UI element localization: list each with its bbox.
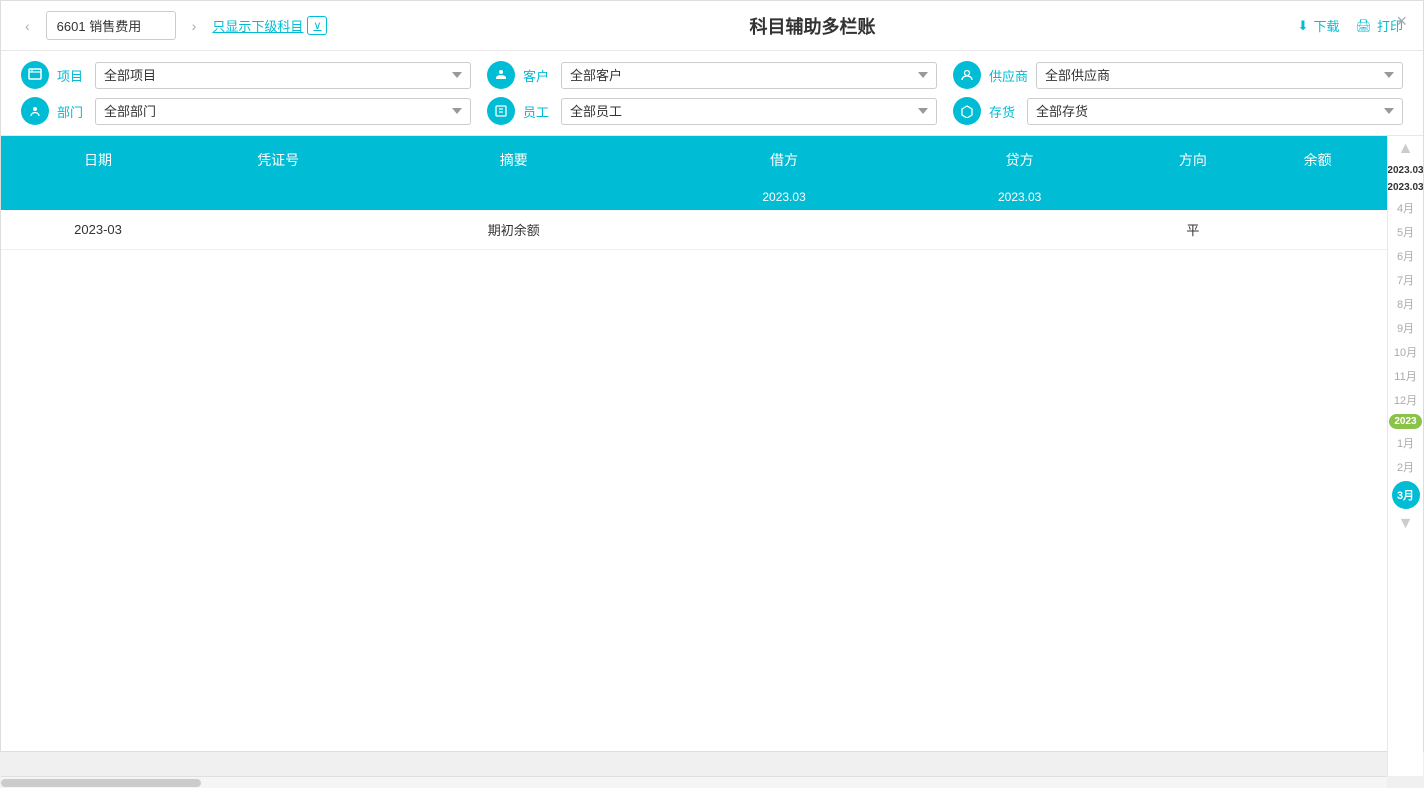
department-icon bbox=[21, 97, 49, 125]
project-icon bbox=[21, 61, 49, 89]
department-label: 部门 bbox=[57, 102, 87, 121]
account-code-display: 6601 销售费用 bbox=[46, 11, 176, 40]
download-label: 下载 bbox=[1313, 16, 1339, 35]
sidebar-item-12[interactable]: 1月 bbox=[1387, 431, 1423, 455]
project-label: 项目 bbox=[57, 66, 87, 85]
sidebar-items-container: 2023.032023.034月5月6月7月8月9月10月11月12月20231… bbox=[1387, 162, 1423, 511]
table-row: 2023-03 期初余额 平 bbox=[1, 210, 1387, 250]
main-content: 日期 凭证号 摘要 借方 贷方 方向 余额 2023.03 2023.03 bbox=[1, 136, 1423, 776]
sidebar-item-0[interactable]: 2023.03 bbox=[1387, 162, 1423, 179]
table-subheader-row: 2023.03 2023.03 bbox=[1, 184, 1387, 210]
sidebar-item-3[interactable]: 5月 bbox=[1387, 220, 1423, 244]
table-body: 2023-03 期初余额 平 bbox=[1, 210, 1387, 250]
left-panel: 日期 凭证号 摘要 借方 贷方 方向 余额 2023.03 2023.03 bbox=[1, 136, 1387, 776]
top-bar: ‹ 6601 销售费用 › 只显示下级科目 ∨ 科目辅助多栏账 ⬇ 下载 🖨 打… bbox=[1, 1, 1423, 51]
cell-summary: 期初余额 bbox=[361, 210, 666, 250]
show-sub-label: 只显示下级科目 bbox=[212, 16, 303, 35]
col-subheader-empty4 bbox=[1137, 184, 1248, 210]
filter-area: 项目 全部项目 客户 全部客户 供应商 全部供应商 部门 全部部门 bbox=[1, 51, 1423, 136]
inventory-label: 存货 bbox=[989, 102, 1019, 121]
nav-next-button[interactable]: › bbox=[188, 16, 201, 36]
cell-balance bbox=[1248, 210, 1387, 250]
col-header-voucher: 凭证号 bbox=[195, 136, 361, 184]
inventory-select[interactable]: 全部存货 bbox=[1027, 98, 1403, 125]
department-filter: 部门 全部部门 bbox=[21, 97, 471, 125]
employee-icon bbox=[487, 97, 515, 125]
col-subheader-date2: 2023.03 bbox=[902, 184, 1138, 210]
cell-date: 2023-03 bbox=[1, 210, 195, 250]
sidebar-item-2[interactable]: 4月 bbox=[1387, 196, 1423, 220]
customer-label: 客户 bbox=[523, 66, 553, 85]
employee-filter: 员工 全部员工 bbox=[487, 97, 937, 125]
print-icon: 🖨 bbox=[1355, 18, 1372, 34]
project-filter: 项目 全部项目 bbox=[21, 61, 471, 89]
col-subheader-empty2 bbox=[195, 184, 361, 210]
sidebar-item-1[interactable]: 2023.03 bbox=[1387, 179, 1423, 196]
top-actions: ⬇ 下载 🖨 打印 bbox=[1298, 16, 1403, 35]
sidebar-item-10[interactable]: 12月 bbox=[1387, 388, 1423, 412]
customer-select[interactable]: 全部客户 bbox=[561, 62, 937, 89]
ledger-table: 日期 凭证号 摘要 借方 贷方 方向 余额 2023.03 2023.03 bbox=[1, 136, 1387, 250]
col-header-summary: 摘要 bbox=[361, 136, 666, 184]
horizontal-scrollbar[interactable] bbox=[1, 776, 1387, 788]
inventory-filter: 存货 全部存货 bbox=[953, 97, 1403, 125]
inventory-icon bbox=[953, 97, 981, 125]
cell-debit bbox=[666, 210, 902, 250]
sidebar-item-5[interactable]: 7月 bbox=[1387, 268, 1423, 292]
main-window: ‹ 6601 销售费用 › 只显示下级科目 ∨ 科目辅助多栏账 ⬇ 下载 🖨 打… bbox=[0, 0, 1424, 752]
col-subheader-empty1 bbox=[1, 184, 195, 210]
sidebar-item-13[interactable]: 2月 bbox=[1387, 455, 1423, 479]
scrollbar-thumb[interactable] bbox=[1, 779, 201, 787]
employee-label: 员工 bbox=[523, 102, 553, 121]
cell-voucher bbox=[195, 210, 361, 250]
supplier-filter: 供应商 全部供应商 bbox=[953, 61, 1403, 89]
col-header-debit: 借方 bbox=[666, 136, 902, 184]
col-subheader-empty3 bbox=[361, 184, 666, 210]
cell-direction: 平 bbox=[1137, 210, 1248, 250]
supplier-label: 供应商 bbox=[989, 66, 1028, 85]
page-title: 科目辅助多栏账 bbox=[339, 13, 1285, 39]
sidebar-item-6[interactable]: 8月 bbox=[1387, 292, 1423, 316]
download-icon: ⬇ bbox=[1298, 18, 1309, 34]
customer-filter: 客户 全部客户 bbox=[487, 61, 937, 89]
table-header-row: 日期 凭证号 摘要 借方 贷方 方向 余额 bbox=[1, 136, 1387, 184]
sidebar-down-arrow[interactable]: ▼ bbox=[1388, 511, 1423, 537]
supplier-select[interactable]: 全部供应商 bbox=[1036, 62, 1403, 89]
show-sub-arrow-icon: ∨ bbox=[307, 16, 327, 35]
sidebar-up-arrow[interactable]: ▲ bbox=[1388, 136, 1423, 162]
cell-credit bbox=[902, 210, 1138, 250]
supplier-icon bbox=[953, 61, 981, 89]
right-sidebar: ▲ 2023.032023.034月5月6月7月8月9月10月11月12月202… bbox=[1387, 136, 1423, 776]
col-subheader-empty5 bbox=[1248, 184, 1387, 210]
sidebar-item-7[interactable]: 9月 bbox=[1387, 316, 1423, 340]
close-button[interactable]: × bbox=[1396, 11, 1407, 32]
col-subheader-date1: 2023.03 bbox=[666, 184, 902, 210]
sidebar-item-14[interactable]: 3月 bbox=[1392, 481, 1420, 509]
employee-select[interactable]: 全部员工 bbox=[561, 98, 937, 125]
department-select[interactable]: 全部部门 bbox=[95, 98, 471, 125]
sidebar-item-8[interactable]: 10月 bbox=[1387, 340, 1423, 364]
col-header-credit: 贷方 bbox=[902, 136, 1138, 184]
col-header-direction: 方向 bbox=[1137, 136, 1248, 184]
col-header-balance: 余额 bbox=[1248, 136, 1387, 184]
sidebar-item-9[interactable]: 11月 bbox=[1387, 364, 1423, 388]
show-sub-button[interactable]: 只显示下级科目 ∨ bbox=[212, 16, 327, 35]
customer-icon bbox=[487, 61, 515, 89]
sidebar-item-11[interactable]: 2023 bbox=[1389, 414, 1421, 429]
nav-prev-button[interactable]: ‹ bbox=[21, 16, 34, 36]
col-header-date: 日期 bbox=[1, 136, 195, 184]
project-select[interactable]: 全部项目 bbox=[95, 62, 471, 89]
sidebar-item-4[interactable]: 6月 bbox=[1387, 244, 1423, 268]
download-button[interactable]: ⬇ 下载 bbox=[1298, 16, 1340, 35]
